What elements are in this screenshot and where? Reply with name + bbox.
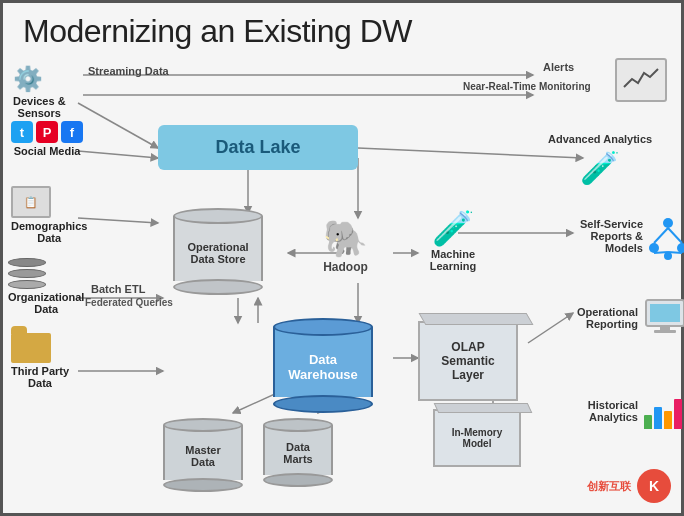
hadoop-label: Hadoop <box>323 260 368 274</box>
folder-icon <box>11 333 51 363</box>
bar-chart-icon <box>644 393 682 429</box>
svg-line-28 <box>668 252 682 253</box>
operational-ds-container: Operational Data Store <box>173 208 263 295</box>
db-stack-icon <box>8 258 84 289</box>
operational-reporting-label: Operational Reporting <box>558 306 638 330</box>
data-lake-label: Data Lake <box>215 137 300 158</box>
devices-label: Devices &Sensors <box>13 95 66 119</box>
twitter-icon: t <box>11 121 33 143</box>
svg-line-4 <box>78 218 158 223</box>
svg-line-25 <box>654 228 668 243</box>
slide: Modernizing an Existing DW <box>0 0 684 516</box>
federated-label: Federated Queries <box>85 297 173 308</box>
watermark-text: 创新互联 <box>587 479 631 494</box>
analytics-flask-icon: 🧪 <box>580 149 620 187</box>
self-service-container: Self-Service Reports & Models <box>553 218 684 264</box>
social-icons: t P f <box>11 121 83 143</box>
pinterest-icon: P <box>36 121 58 143</box>
facebook-icon: f <box>61 121 83 143</box>
data-marts-container: Data Marts <box>263 418 333 487</box>
page-title: Modernizing an Existing DW <box>3 3 681 55</box>
advanced-analytics-label: Advanced Analytics <box>548 133 652 145</box>
batch-etl-label: Batch ETL <box>91 283 145 295</box>
ods-label: Operational Data Store <box>187 241 248 265</box>
svg-line-3 <box>78 151 158 158</box>
demographics-source: 📋 DemographicsData <box>11 186 87 244</box>
network-icon <box>649 218 684 264</box>
thirdparty-label: Third PartyData <box>11 365 69 389</box>
master-data-container: Master Data <box>163 418 243 492</box>
svg-line-2 <box>78 103 158 148</box>
social-label: Social Media <box>11 145 83 157</box>
operational-reporting-container: Operational Reporting <box>558 298 684 338</box>
organizational-source: OrganizationalData <box>8 258 84 315</box>
hadoop-container: 🐘 Hadoop <box>323 218 368 274</box>
master-data-label: Master Data <box>185 444 220 468</box>
data-lake-box: Data Lake <box>158 125 358 170</box>
svg-rect-30 <box>650 304 680 322</box>
svg-point-21 <box>663 218 673 228</box>
data-marts-label: Data Marts <box>283 441 312 465</box>
alerts-label: Alerts <box>543 61 574 73</box>
svg-line-26 <box>668 228 682 243</box>
olap-box: OLAP Semantic Layer <box>418 313 528 403</box>
flask-icon: 🧪 <box>432 208 474 248</box>
devices-source: ⚙️ Devices &Sensors <box>13 65 66 119</box>
ml-label: Machine Learning <box>418 248 488 272</box>
historical-analytics-container: Historical Analytics <box>558 393 682 429</box>
social-source: t P f Social Media <box>11 121 83 157</box>
svg-point-22 <box>649 243 659 253</box>
historical-analytics-label: Historical Analytics <box>558 399 638 423</box>
svg-rect-31 <box>660 326 670 330</box>
thirdparty-source: Third PartyData <box>11 333 69 389</box>
streaming-label: Streaming Data <box>88 65 169 77</box>
hadoop-elephant-icon: 🐘 <box>323 218 368 260</box>
demographics-label: DemographicsData <box>11 220 87 244</box>
organizational-label: OrganizationalData <box>8 291 84 315</box>
self-service-label: Self-Service Reports & Models <box>553 218 643 254</box>
advanced-analytics-container: Advanced Analytics 🧪 <box>548 133 652 187</box>
near-realtime-label: Near-Real-Time Monitoring <box>463 81 591 92</box>
olap-label: OLAP Semantic Layer <box>441 340 494 382</box>
dw-label: Data Warehouse <box>288 352 358 382</box>
ml-container: 🧪 Machine Learning <box>418 208 488 272</box>
svg-line-27 <box>654 252 668 253</box>
inmem-label: In-Memory Model <box>452 427 503 449</box>
inmem-box: In-Memory Model <box>433 403 528 468</box>
svg-point-23 <box>677 243 684 253</box>
watermark-container: 创新互联 K <box>587 469 671 503</box>
svg-rect-32 <box>654 330 676 333</box>
alert-chart-icon <box>615 58 667 102</box>
watermark-logo: K <box>637 469 671 503</box>
data-warehouse-container: Data Warehouse <box>273 318 373 413</box>
monitor-icon <box>644 298 684 338</box>
